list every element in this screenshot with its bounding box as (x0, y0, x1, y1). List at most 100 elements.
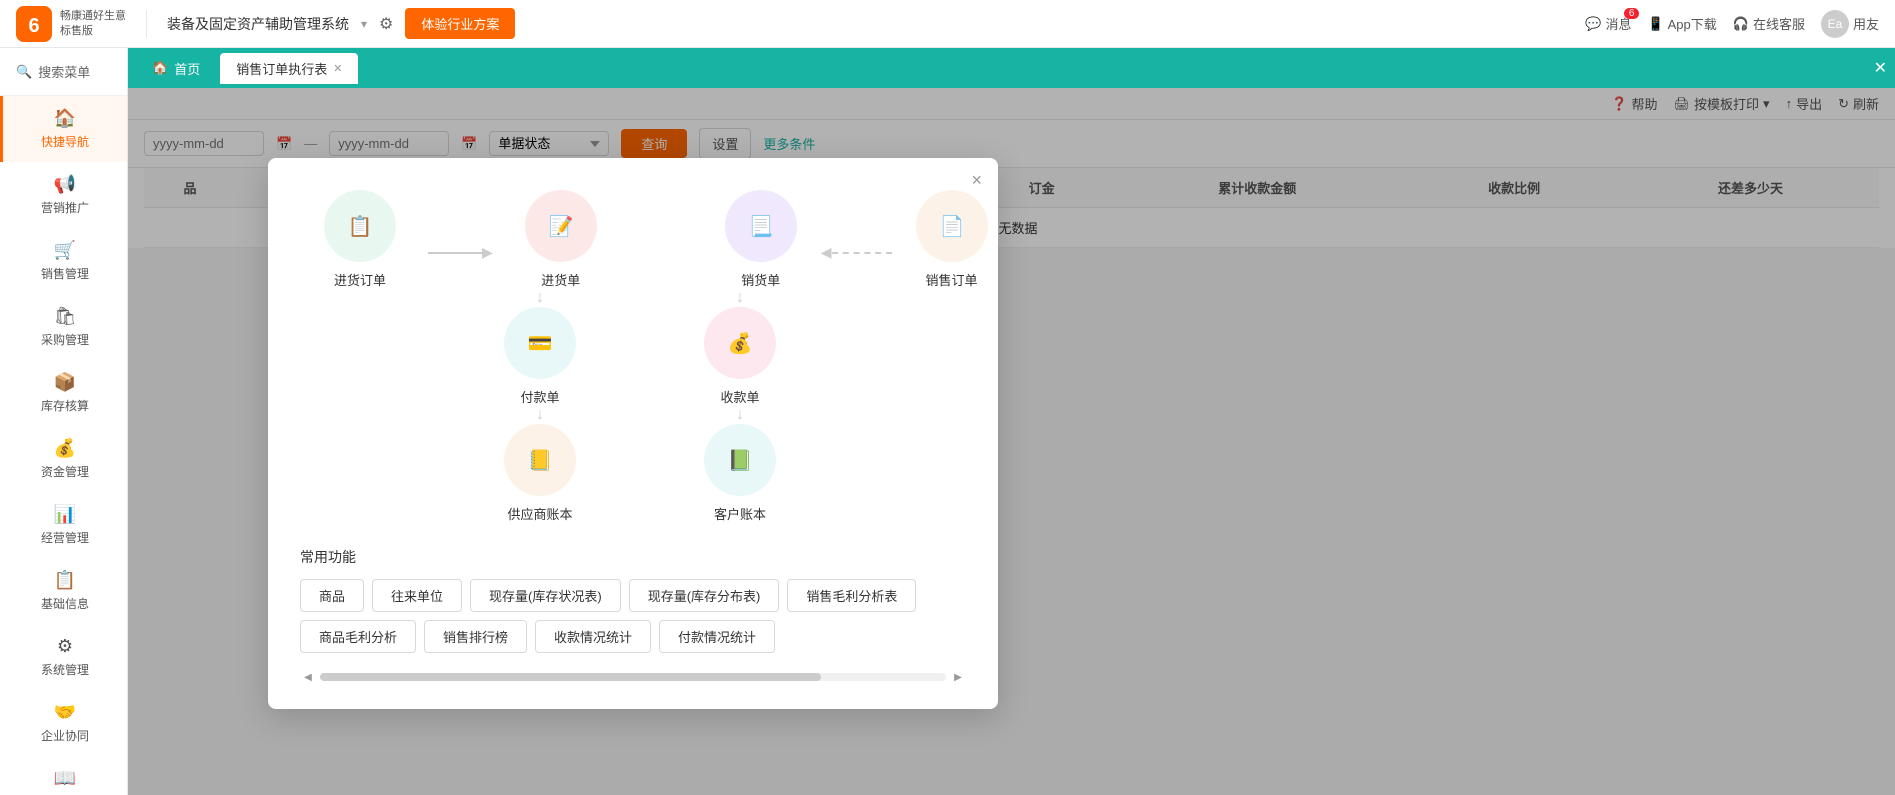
arrow-down-receipt: ↓ (680, 289, 800, 307)
common-btn-往来单位[interactable]: 往来单位 (372, 579, 462, 612)
search-menu-button[interactable]: 🔍 搜索菜单 (8, 58, 119, 85)
sidebar-label-inventory: 库存核算 (41, 397, 89, 414)
online-service-button[interactable]: 🎧 在线客服 (1733, 14, 1805, 33)
svg-text:📒: 📒 (528, 449, 553, 472)
sidebar-label-marketing: 营销推广 (41, 199, 89, 216)
top-bar: 6 畅康通好生意 标售版 装备及固定资产辅助管理系统 ▾ ⚙ 体验行业方案 💬 … (0, 0, 1895, 48)
finance-icon: 💰 (54, 438, 76, 459)
payment-icon: 💳 (504, 307, 576, 379)
arrow-down-customer: ↓ (680, 406, 800, 424)
common-btn-现存量库存分布表[interactable]: 现存量(库存分布表) (629, 579, 780, 612)
sidebar-item-quick-nav[interactable]: 🏠 快捷导航 (0, 96, 127, 162)
guide-icon: 📖 (54, 768, 76, 789)
common-btn-付款情况统计[interactable]: 付款情况统计 (659, 620, 775, 653)
common-btn-收款情况统计[interactable]: 收款情况统计 (535, 620, 651, 653)
common-btn-商品[interactable]: 商品 (300, 579, 364, 612)
arrow-down-supplier: ↓ (480, 406, 600, 424)
sidebar-label-basic-info: 基础信息 (41, 595, 89, 612)
inventory-icon: 📦 (54, 372, 76, 393)
modal-scrollbar: ◀ ▶ (300, 669, 966, 685)
modal-box: × 📋 (268, 158, 998, 709)
phone-icon: 📱 (1647, 16, 1663, 32)
trial-button[interactable]: 体验行业方案 (405, 8, 515, 39)
search-icon: 🔍 (16, 64, 32, 80)
sidebar-item-inventory[interactable]: 📦 库存核算 (0, 360, 127, 426)
system-title: 装备及固定资产辅助管理系统 (167, 14, 349, 34)
logo-icon: 6 (16, 6, 52, 42)
enterprise-icon: 🤝 (54, 702, 76, 723)
svg-text:💰: 💰 (728, 331, 753, 355)
sidebar-label-quick-nav: 快捷导航 (41, 133, 89, 150)
home-icon: 🏠 (152, 60, 168, 76)
arrow-down-payment: ↓ (480, 289, 600, 307)
svg-text:📄: 📄 (939, 214, 964, 238)
sidebar-item-enterprise[interactable]: 🤝企业协同 (0, 690, 127, 756)
message-icon: 💬 (1585, 16, 1601, 32)
purchase-order-icon: 📋 (324, 190, 396, 262)
svg-text:💳: 💳 (528, 333, 553, 355)
sidebar-item-sales[interactable]: 🛒 销售管理 (0, 228, 127, 294)
sidebar-label-sales: 销售管理 (41, 265, 89, 282)
arrow-purchase-to-bill: ▶ (428, 244, 493, 289)
purchase-bill-icon: 📝 (525, 190, 597, 262)
scroll-right-arrow[interactable]: ▶ (950, 669, 966, 685)
sidebar-label-system: 系统管理 (41, 661, 89, 678)
tab-close-all-icon[interactable]: ✕ (1874, 58, 1887, 78)
sidebar-search-area: 🔍 搜索菜单 (0, 48, 127, 96)
svg-text:📝: 📝 (548, 214, 573, 238)
sidebar-item-finance[interactable]: 💰 资金管理 (0, 426, 127, 492)
svg-text:📋: 📋 (348, 214, 373, 238)
flow-node-purchase-order: 📋 进货订单 (300, 190, 420, 289)
tab-home[interactable]: 🏠 首页 (136, 53, 216, 84)
page-content: ❓ 帮助 🖨 按模板打印 ▾ ↑ 导出 ↻ 刷新 (128, 88, 1895, 795)
modal-close-button[interactable]: × (971, 170, 982, 191)
sidebar-item-basic-info[interactable]: 📋 基础信息 (0, 558, 127, 624)
headset-icon: 🎧 (1733, 16, 1749, 32)
flow-node-purchase-bill: 📝 进货单 (501, 190, 621, 289)
tab-close-icon[interactable]: ✕ (333, 62, 342, 75)
sidebar-item-purchase[interactable]: 🛍采购管理 (0, 294, 127, 360)
sidebar-item-system[interactable]: ⚙ 系统管理 (0, 624, 127, 690)
flow-node-supplier: 📒 供应商账本 (480, 424, 600, 523)
user-menu[interactable]: Ea 用友 (1821, 10, 1879, 38)
sidebar-item-operation[interactable]: 📊经营管理 (0, 492, 127, 558)
sidebar-label-purchase: 采购管理 (41, 331, 89, 348)
tab-sales-order[interactable]: 销售订单执行表 ✕ (220, 53, 358, 84)
sidebar-label-finance: 资金管理 (41, 463, 89, 480)
scroll-left-arrow[interactable]: ◀ (300, 669, 316, 685)
receipt-icon: 💰 (704, 307, 776, 379)
common-buttons-group: 商品往来单位现存量(库存状况表)现存量(库存分布表)销售毛利分析表商品毛利分析销… (300, 579, 966, 653)
flow-node-receipt: 💰 收款单 (680, 307, 800, 406)
scroll-track[interactable] (320, 673, 946, 681)
settings-icon[interactable]: ⚙ (379, 14, 393, 34)
common-btn-销售毛利分析表[interactable]: 销售毛利分析表 (787, 579, 916, 612)
customer-icon: 📗 (704, 424, 776, 496)
app-download-button[interactable]: 📱 App下载 (1647, 14, 1716, 33)
message-button[interactable]: 💬 消息 6 (1585, 14, 1631, 33)
basic-info-icon: 📋 (54, 570, 76, 591)
sales-icon: 🛒 (54, 240, 76, 261)
dashed-arrow: ◀ (821, 244, 892, 289)
flow-node-customer: 📗 客户账本 (680, 424, 800, 523)
common-btn-商品毛利分析[interactable]: 商品毛利分析 (300, 620, 416, 653)
sidebar-item-guide[interactable]: 📖新手引导 (0, 756, 127, 795)
system-icon: ⚙ (57, 636, 73, 657)
dropdown-arrow-icon[interactable]: ▾ (361, 17, 367, 31)
avatar: Ea (1821, 10, 1849, 38)
tab-bar: 🏠 首页 销售订单执行表 ✕ ✕ (128, 48, 1895, 88)
sidebar: 🔍 搜索菜单 🏠 快捷导航 📢营销推广 🛒 销售管理 🛍采购管理 📦 库存核算 💰 资金管理 📊经营… (0, 48, 128, 795)
scroll-thumb[interactable] (320, 673, 821, 681)
flow-diagram: 📋 进货订单 ▶ (300, 190, 966, 523)
common-btn-销售排行榜[interactable]: 销售排行榜 (424, 620, 527, 653)
modal-overlay[interactable]: × 📋 (128, 88, 1895, 795)
svg-text:📗: 📗 (728, 449, 753, 472)
common-functions-title: 常用功能 (300, 547, 966, 567)
flow-node-sales-order: 📄 销售订单 (892, 190, 1012, 289)
sales-bill-icon: 📃 (725, 190, 797, 262)
svg-text:6: 6 (28, 15, 39, 37)
flow-node-sales-bill: 📃 销货单 (701, 190, 821, 289)
sidebar-item-marketing[interactable]: 📢营销推广 (0, 162, 127, 228)
quick-nav-icon: 🏠 (54, 108, 76, 129)
top-bar-left: 6 畅康通好生意 标售版 装备及固定资产辅助管理系统 ▾ ⚙ 体验行业方案 (16, 6, 515, 42)
common-btn-现存量库存状况表[interactable]: 现存量(库存状况表) (470, 579, 621, 612)
